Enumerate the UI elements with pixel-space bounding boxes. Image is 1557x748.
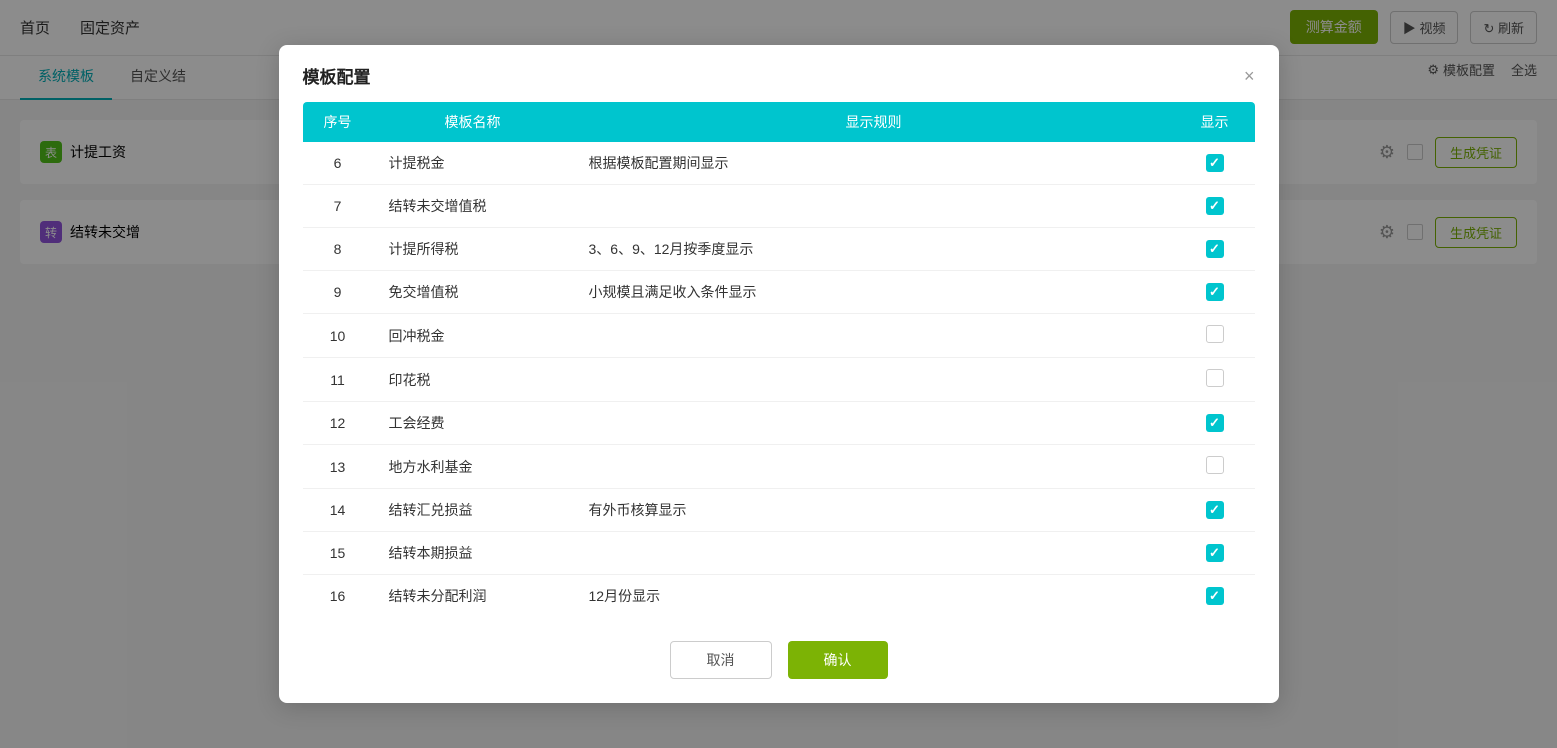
cell-checkbox[interactable] — [1175, 142, 1255, 185]
table-row: 8计提所得税3、6、9、12月按季度显示 — [303, 228, 1255, 271]
cell-checkbox[interactable] — [1175, 271, 1255, 314]
cell-name: 地方水利基金 — [373, 445, 573, 489]
row-checkbox[interactable] — [1206, 456, 1224, 474]
table-row: 11印花税 — [303, 358, 1255, 402]
cell-seq: 10 — [303, 314, 373, 358]
cell-rule — [573, 185, 1175, 228]
cell-rule: 3、6、9、12月按季度显示 — [573, 228, 1175, 271]
cell-name: 免交增值税 — [373, 271, 573, 314]
cancel-button[interactable]: 取消 — [670, 641, 772, 679]
row-checkbox[interactable] — [1206, 283, 1224, 301]
cell-rule — [573, 532, 1175, 575]
cell-seq: 14 — [303, 489, 373, 532]
cell-rule: 根据模板配置期间显示 — [573, 142, 1175, 185]
row-checkbox[interactable] — [1206, 240, 1224, 258]
confirm-button[interactable]: 确认 — [788, 641, 888, 679]
cell-name: 计提税金 — [373, 142, 573, 185]
table-row: 13地方水利基金 — [303, 445, 1255, 489]
cell-name: 计提所得税 — [373, 228, 573, 271]
cell-rule — [573, 314, 1175, 358]
table-row: 16结转未分配利润12月份显示 — [303, 575, 1255, 618]
row-checkbox[interactable] — [1206, 544, 1224, 562]
cell-checkbox[interactable] — [1175, 314, 1255, 358]
cell-checkbox[interactable] — [1175, 228, 1255, 271]
cell-seq: 12 — [303, 402, 373, 445]
row-checkbox[interactable] — [1206, 587, 1224, 605]
cell-checkbox[interactable] — [1175, 445, 1255, 489]
cell-checkbox[interactable] — [1175, 358, 1255, 402]
cell-seq: 6 — [303, 142, 373, 185]
cell-seq: 15 — [303, 532, 373, 575]
cell-checkbox[interactable] — [1175, 185, 1255, 228]
cell-checkbox[interactable] — [1175, 489, 1255, 532]
cell-seq: 11 — [303, 358, 373, 402]
template-table: 序号 模板名称 显示规则 显示 6计提税金根据模板配置期间显示7结转未交增值税8… — [303, 102, 1255, 617]
cell-rule — [573, 358, 1175, 402]
dialog-title: 模板配置 — [303, 63, 371, 88]
row-checkbox[interactable] — [1206, 414, 1224, 432]
col-rule: 显示规则 — [573, 102, 1175, 142]
cell-name: 结转未交增值税 — [373, 185, 573, 228]
row-checkbox[interactable] — [1206, 501, 1224, 519]
cell-checkbox[interactable] — [1175, 532, 1255, 575]
cell-rule: 小规模且满足收入条件显示 — [573, 271, 1175, 314]
row-checkbox[interactable] — [1206, 325, 1224, 343]
cell-seq: 13 — [303, 445, 373, 489]
cell-seq: 9 — [303, 271, 373, 314]
cell-seq: 16 — [303, 575, 373, 618]
table-row: 15结转本期损益 — [303, 532, 1255, 575]
cell-name: 回冲税金 — [373, 314, 573, 358]
cell-seq: 7 — [303, 185, 373, 228]
cell-rule: 有外币核算显示 — [573, 489, 1175, 532]
row-checkbox[interactable] — [1206, 369, 1224, 387]
cell-rule — [573, 402, 1175, 445]
cell-rule — [573, 445, 1175, 489]
dialog-header: 模板配置 × — [279, 45, 1279, 102]
row-checkbox[interactable] — [1206, 197, 1224, 215]
cell-rule: 12月份显示 — [573, 575, 1175, 618]
dialog-footer: 取消 确认 — [279, 641, 1279, 679]
cell-checkbox[interactable] — [1175, 402, 1255, 445]
template-config-dialog: 模板配置 × 序号 模板名称 显示规则 显示 6计提税金根据模板配置期间显示7结… — [279, 45, 1279, 703]
cell-seq: 8 — [303, 228, 373, 271]
table-scroll-area[interactable]: 序号 模板名称 显示规则 显示 6计提税金根据模板配置期间显示7结转未交增值税8… — [279, 102, 1279, 617]
table-row: 14结转汇兑损益有外币核算显示 — [303, 489, 1255, 532]
table-row: 9免交增值税小规模且满足收入条件显示 — [303, 271, 1255, 314]
dialog-close-button[interactable]: × — [1244, 67, 1255, 85]
table-row: 7结转未交增值税 — [303, 185, 1255, 228]
cell-name: 印花税 — [373, 358, 573, 402]
row-checkbox[interactable] — [1206, 154, 1224, 172]
cell-name: 结转本期损益 — [373, 532, 573, 575]
col-seq: 序号 — [303, 102, 373, 142]
table-header-row: 序号 模板名称 显示规则 显示 — [303, 102, 1255, 142]
cell-name: 结转未分配利润 — [373, 575, 573, 618]
table-row: 12工会经费 — [303, 402, 1255, 445]
col-name: 模板名称 — [373, 102, 573, 142]
table-row: 10回冲税金 — [303, 314, 1255, 358]
table-row: 6计提税金根据模板配置期间显示 — [303, 142, 1255, 185]
cell-name: 结转汇兑损益 — [373, 489, 573, 532]
cell-checkbox[interactable] — [1175, 575, 1255, 618]
col-display: 显示 — [1175, 102, 1255, 142]
cell-name: 工会经费 — [373, 402, 573, 445]
